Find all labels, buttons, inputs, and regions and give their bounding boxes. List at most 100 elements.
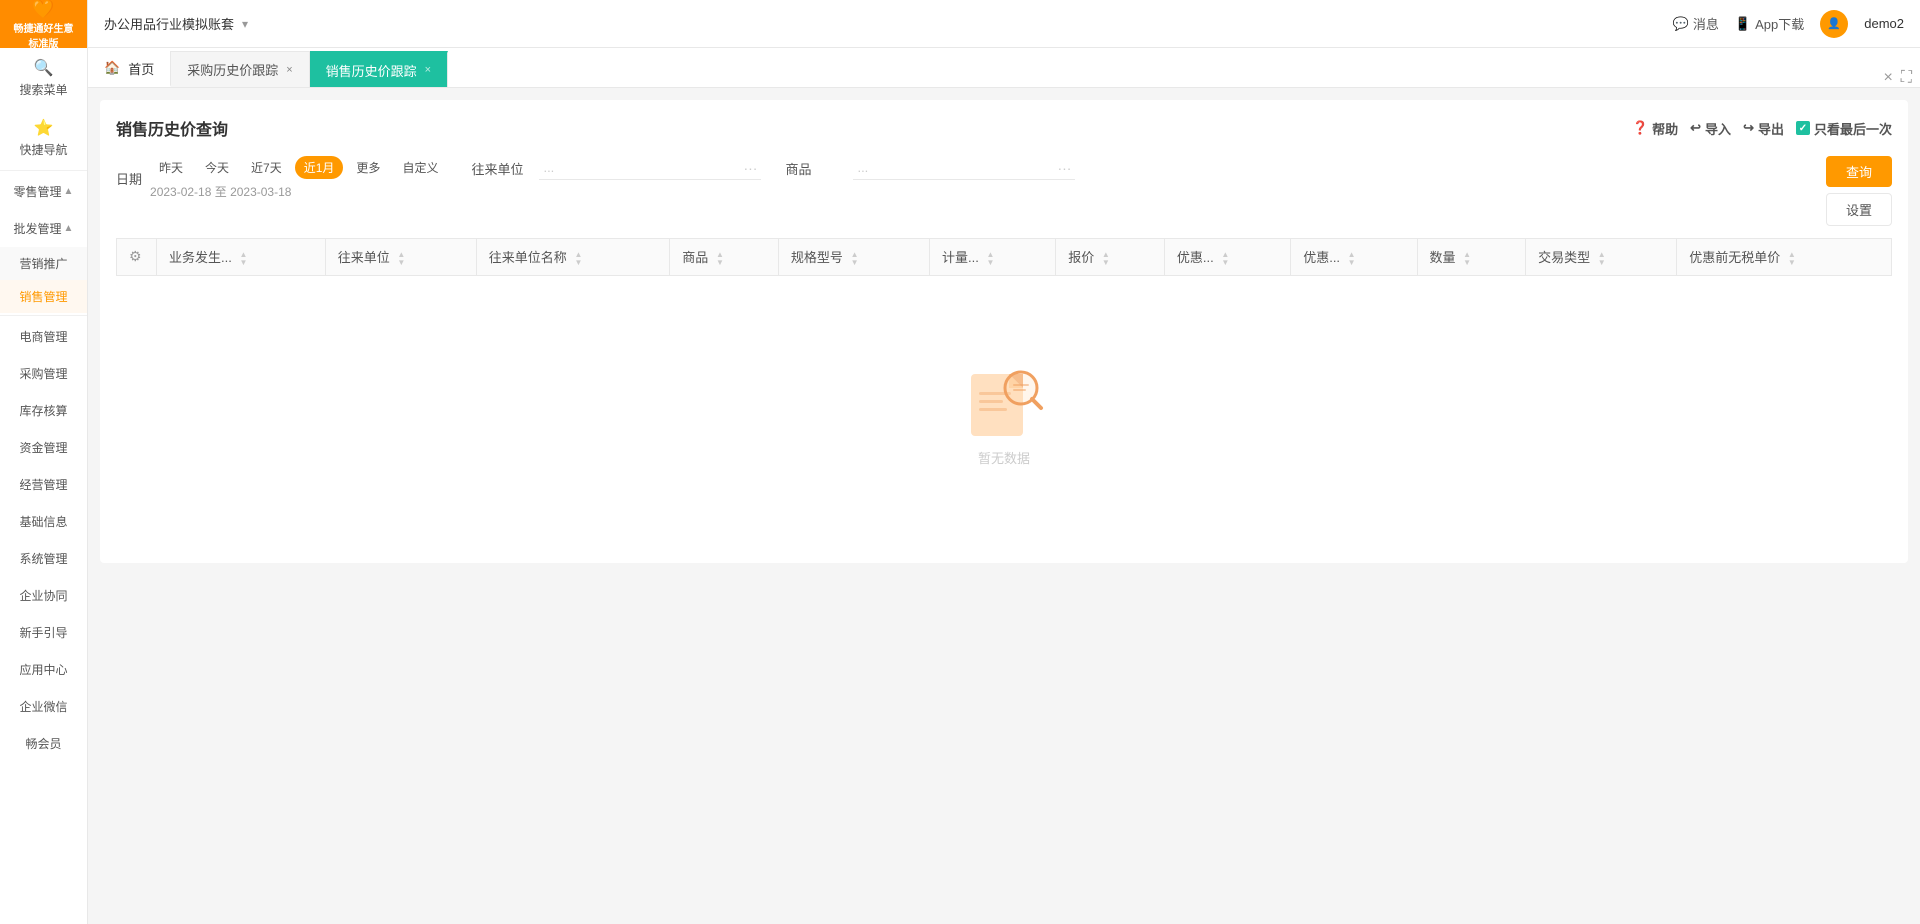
sidebar-item-system[interactable]: 系统管理 — [0, 540, 87, 577]
date-btn-1month[interactable]: 近1月 — [295, 156, 344, 179]
sidebar-item-retail[interactable]: 零售管理 ▲ — [0, 173, 87, 210]
sidebar-item-wechat[interactable]: 企业微信 — [0, 688, 87, 725]
top-bar-right: 💬 消息 📱 App下载 👤 demo2 — [1673, 10, 1904, 38]
wholesale-label: 批发管理 — [14, 220, 62, 237]
help-button[interactable]: ❓ 帮助 — [1632, 119, 1678, 138]
sort-icons-discount2: ▲ ▼ — [1348, 251, 1356, 267]
th-partner-name[interactable]: 往来单位名称 ▲ ▼ — [476, 239, 670, 276]
th-discount1[interactable]: 优惠... ▲ ▼ — [1164, 239, 1290, 276]
tab-close-all-button[interactable]: × — [1883, 69, 1892, 87]
th-pretax-price[interactable]: 优惠前无税单价 ▲ ▼ — [1677, 239, 1892, 276]
th-quantity[interactable]: 数量 ▲ ▼ — [1417, 239, 1526, 276]
sidebar-item-search[interactable]: 🔍 搜索菜单 — [0, 48, 87, 108]
basic-info-label: 基础信息 — [19, 513, 67, 530]
purchase-tab-label: 采购历史价跟踪 — [187, 60, 278, 79]
user-name[interactable]: demo2 — [1864, 16, 1904, 31]
guide-label: 新手引导 — [19, 624, 67, 641]
ecommerce-label: 电商管理 — [19, 328, 67, 345]
sidebar-item-label-quick: 快捷导航 — [19, 141, 67, 158]
sort-icons-product: ▲ ▼ — [716, 251, 724, 267]
export-button[interactable]: ↪ 导出 — [1743, 119, 1784, 138]
th-discount2[interactable]: 优惠... ▲ ▼ — [1291, 239, 1417, 276]
date-btn-custom[interactable]: 自定义 — [393, 156, 447, 179]
top-bar-dropdown-icon[interactable]: ▾ — [242, 17, 248, 31]
sales-tab-close[interactable]: × — [425, 64, 431, 76]
partner-filter: 往来单位 ··· — [471, 156, 761, 180]
date-btn-7days[interactable]: 近7天 — [242, 156, 291, 179]
import-button[interactable]: ↩ 导入 — [1690, 119, 1731, 138]
purchase-tab-close[interactable]: × — [286, 64, 292, 76]
filter-action-buttons: 查询 设置 — [1826, 156, 1892, 226]
th-quantity-label: 数量 — [1430, 250, 1456, 265]
sales-label: 销售管理 — [19, 290, 67, 304]
main-area: 办公用品行业模拟账套 ▾ 💬 消息 📱 App下载 👤 demo2 🏠 首页 采… — [88, 0, 1920, 924]
member-label: 畅会员 — [25, 735, 61, 752]
th-product-label: 商品 — [682, 250, 708, 265]
th-price[interactable]: 报价 ▲ ▼ — [1056, 239, 1165, 276]
th-partner-label: 往来单位 — [338, 250, 390, 265]
th-business-date[interactable]: 业务发生... ▲ ▼ — [157, 239, 326, 276]
partner-input[interactable] — [539, 156, 739, 179]
sidebar-item-quick-nav[interactable]: ⭐ 快捷导航 — [0, 108, 87, 168]
product-filter-label: 商品 — [785, 159, 845, 178]
sidebar-item-collab[interactable]: 企业协同 — [0, 577, 87, 614]
sidebar-item-guide[interactable]: 新手引导 — [0, 614, 87, 651]
query-button[interactable]: 查询 — [1826, 156, 1892, 187]
setting-button[interactable]: 设置 — [1826, 193, 1892, 226]
partner-dots-button[interactable]: ··· — [739, 160, 761, 176]
th-unit[interactable]: 计量... ▲ ▼ — [929, 239, 1055, 276]
top-bar-left: 办公用品行业模拟账套 ▾ — [104, 14, 248, 33]
date-btn-more[interactable]: 更多 — [347, 156, 389, 179]
sidebar-item-marketing[interactable]: 营销推广 — [0, 247, 87, 280]
help-label: 帮助 — [1652, 119, 1678, 138]
only-latest-label: 只看最后一次 — [1814, 119, 1892, 138]
sidebar-item-finance[interactable]: 资金管理 — [0, 429, 87, 466]
tab-home[interactable]: 🏠 首页 — [88, 51, 171, 87]
tab-sales-history[interactable]: 销售历史价跟踪 × — [310, 51, 448, 87]
date-btn-today[interactable]: 今天 — [196, 156, 238, 179]
page-title: 销售历史价查询 — [116, 116, 228, 140]
table-settings-icon[interactable]: ⚙ — [129, 248, 142, 264]
sidebar-item-basic-info[interactable]: 基础信息 — [0, 503, 87, 540]
home-tab-label: 首页 — [128, 59, 154, 78]
page-title-actions: ❓ 帮助 ↩ 导入 ↪ 导出 ✓ 只看最后一 — [1632, 119, 1892, 138]
sidebar-item-app-center[interactable]: 应用中心 — [0, 651, 87, 688]
page-card: 销售历史价查询 ❓ 帮助 ↩ 导入 ↪ 导出 — [100, 100, 1908, 563]
sidebar-item-wholesale[interactable]: 批发管理 ▲ — [0, 210, 87, 247]
sidebar-item-ecommerce[interactable]: 电商管理 — [0, 318, 87, 355]
tab-purchase-history[interactable]: 采购历史价跟踪 × — [171, 51, 309, 87]
th-product[interactable]: 商品 ▲ ▼ — [670, 239, 779, 276]
export-label: 导出 — [1758, 119, 1784, 138]
only-latest-checkbox[interactable]: ✓ 只看最后一次 — [1796, 119, 1892, 138]
star-icon: ⭐ — [34, 118, 54, 138]
retail-label: 零售管理 — [14, 183, 62, 200]
th-spec[interactable]: 规格型号 ▲ ▼ — [778, 239, 929, 276]
sidebar-item-operations[interactable]: 经营管理 — [0, 466, 87, 503]
th-trade-type[interactable]: 交易类型 ▲ ▼ — [1526, 239, 1677, 276]
collab-label: 企业协同 — [19, 587, 67, 604]
th-business-date-label: 业务发生... — [169, 250, 232, 265]
product-input[interactable] — [853, 156, 1053, 179]
app-download-label: App下载 — [1755, 14, 1804, 33]
product-dots-button[interactable]: ··· — [1053, 160, 1075, 176]
date-filter-label: 日期 — [116, 169, 142, 188]
sort-icons-partner-name: ▲ ▼ — [574, 251, 582, 267]
message-button[interactable]: 💬 消息 — [1673, 14, 1719, 33]
app-download-button[interactable]: 📱 App下载 — [1735, 14, 1804, 33]
th-partner[interactable]: 往来单位 ▲ ▼ — [325, 239, 476, 276]
page-title-bar: 销售历史价查询 ❓ 帮助 ↩ 导入 ↪ 导出 — [116, 116, 1892, 140]
tab-maximize-button[interactable]: ⛶ — [1901, 69, 1912, 87]
date-btn-yesterday[interactable]: 昨天 — [150, 156, 192, 179]
app-logo: 🧡 畅捷通好生意 标准版 — [0, 0, 87, 48]
tab-right-actions: × ⛶ — [1883, 69, 1920, 87]
logo-icon: 🧡 — [32, 0, 54, 20]
wholesale-arrow: ▲ — [64, 223, 74, 234]
sidebar-item-purchase[interactable]: 采购管理 — [0, 355, 87, 392]
sidebar-item-inventory[interactable]: 库存核算 — [0, 392, 87, 429]
sidebar-item-sales[interactable]: 销售管理 — [0, 280, 87, 313]
th-trade-type-label: 交易类型 — [1538, 250, 1590, 265]
checkbox-box: ✓ — [1796, 121, 1810, 135]
empty-illustration — [959, 356, 1049, 436]
sidebar-item-member[interactable]: 畅会员 — [0, 725, 87, 762]
inventory-label: 库存核算 — [19, 402, 67, 419]
